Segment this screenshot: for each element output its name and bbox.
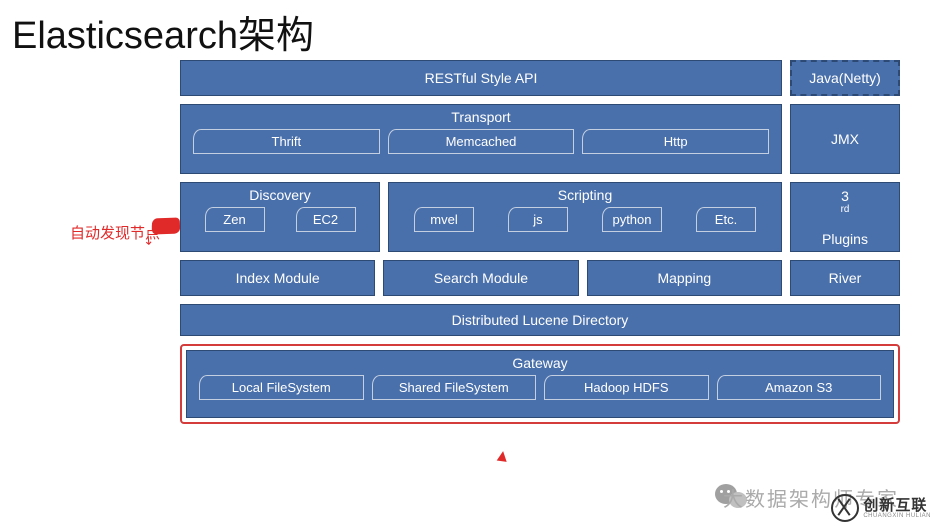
transport-label: Transport bbox=[451, 109, 510, 125]
architecture-diagram: RESTful Style API Java(Netty) Transport … bbox=[180, 60, 900, 424]
gateway-highlight: Gateway Local FileSystem Shared FileSyst… bbox=[180, 344, 900, 424]
row-discovery-scripting: Discovery Zen EC2 Scripting mvel js pyth… bbox=[180, 182, 900, 252]
transport-items: Thrift Memcached Http bbox=[185, 129, 777, 158]
scripting-items: mvel js python Etc. bbox=[393, 207, 777, 236]
box-river: River bbox=[790, 260, 900, 296]
box-local-fs: Local FileSystem bbox=[199, 375, 364, 400]
brand-cn: 创新互联 bbox=[863, 498, 931, 513]
box-zen: Zen bbox=[205, 207, 265, 232]
box-thrift: Thrift bbox=[193, 129, 380, 154]
box-distributed-lucene: Distributed Lucene Directory bbox=[180, 304, 900, 336]
box-python: python bbox=[602, 207, 662, 232]
discovery-items: Zen EC2 bbox=[185, 207, 375, 236]
brand-logo: 创新互联 CHUANGXIN HULIAN bbox=[831, 494, 931, 522]
box-java-netty: Java(Netty) bbox=[790, 60, 900, 96]
brand-logo-icon bbox=[831, 494, 859, 522]
annotation-scribble-icon bbox=[152, 218, 181, 235]
box-ec2: EC2 bbox=[296, 207, 356, 232]
brand-en: CHUANGXIN HULIAN bbox=[863, 513, 931, 519]
brand-logo-text: 创新互联 CHUANGXIN HULIAN bbox=[863, 498, 931, 519]
box-transport: Transport Thrift Memcached Http bbox=[180, 104, 782, 174]
box-http: Http bbox=[582, 129, 769, 154]
box-amazon-s3: Amazon S3 bbox=[717, 375, 882, 400]
annotation-mark-gateway-icon: ▴ bbox=[497, 444, 509, 466]
box-shared-fs: Shared FileSystem bbox=[372, 375, 537, 400]
box-js: js bbox=[508, 207, 568, 232]
box-etc: Etc. bbox=[696, 207, 756, 232]
box-hadoop-hdfs: Hadoop HDFS bbox=[544, 375, 709, 400]
gateway-items: Local FileSystem Shared FileSystem Hadoo… bbox=[191, 375, 889, 404]
box-mvel: mvel bbox=[414, 207, 474, 232]
row-transport: Transport Thrift Memcached Http JMX bbox=[180, 104, 900, 174]
box-search-module: Search Module bbox=[383, 260, 578, 296]
box-memcached: Memcached bbox=[388, 129, 575, 154]
page-title: Elasticsearch架构 bbox=[0, 0, 939, 59]
box-mapping: Mapping bbox=[587, 260, 782, 296]
box-gateway: Gateway Local FileSystem Shared FileSyst… bbox=[186, 350, 894, 418]
gateway-label: Gateway bbox=[512, 355, 567, 371]
box-index-module: Index Module bbox=[180, 260, 375, 296]
scripting-label: Scripting bbox=[558, 187, 612, 203]
row-gateway: Gateway Local FileSystem Shared FileSyst… bbox=[186, 350, 894, 418]
discovery-label: Discovery bbox=[249, 187, 310, 203]
row-api: RESTful Style API Java(Netty) bbox=[180, 60, 900, 96]
row-modules: Index Module Search Module Mapping River bbox=[180, 260, 900, 296]
box-jmx: JMX bbox=[790, 104, 900, 174]
row-lucene: Distributed Lucene Directory bbox=[180, 304, 900, 336]
box-3rd-plugins: 3rdPlugins bbox=[790, 182, 900, 252]
box-restful: RESTful Style API bbox=[180, 60, 782, 96]
box-discovery: Discovery Zen EC2 bbox=[180, 182, 380, 252]
box-scripting: Scripting mvel js python Etc. bbox=[388, 182, 782, 252]
